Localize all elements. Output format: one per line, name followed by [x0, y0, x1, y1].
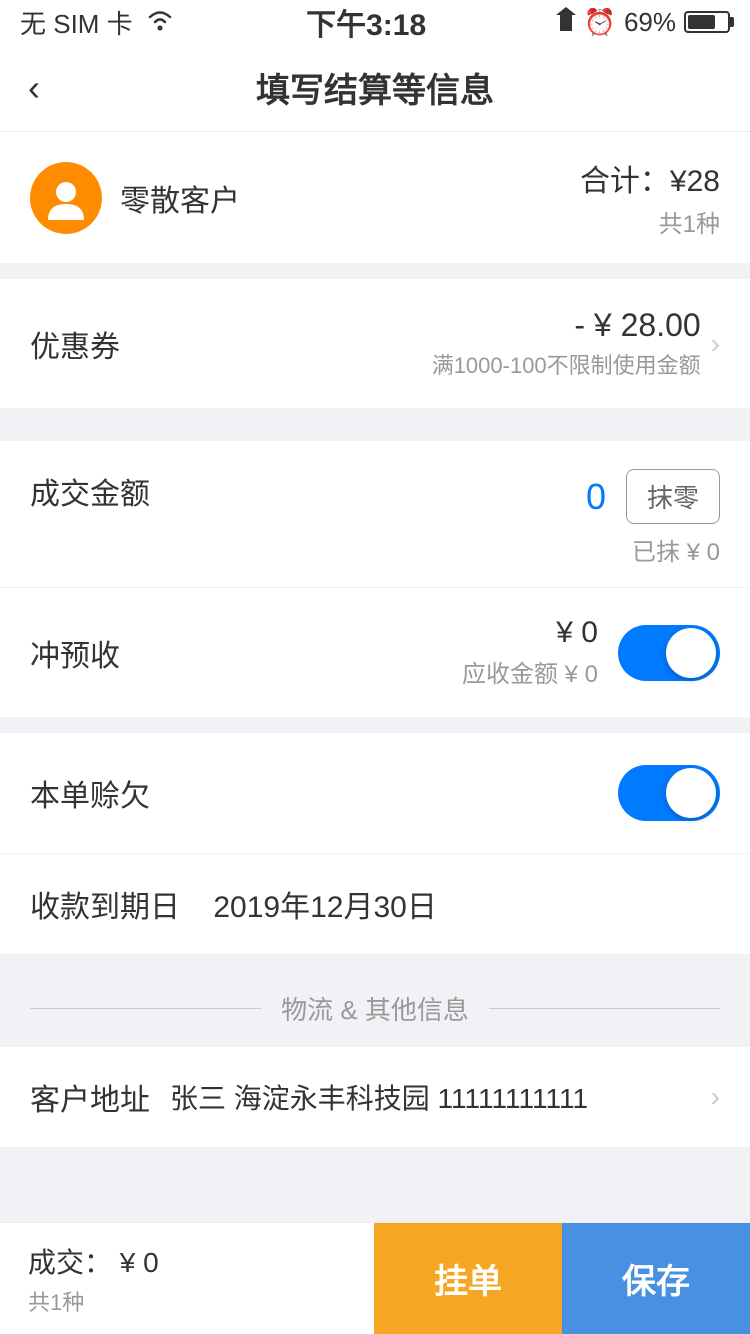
due-date-text: 收款到期日 2019年12月30日 [30, 891, 437, 924]
wifi-icon [143, 7, 177, 38]
battery-icon [684, 11, 730, 33]
due-date-label: 收款到期日 [30, 891, 180, 924]
customer-name: 零散客户 [120, 176, 240, 220]
bottom-deal-text: 成交： ¥ 0 [28, 1241, 346, 1281]
bottom-bar: 成交： ¥ 0 共1种 挂单 保存 [0, 1222, 750, 1334]
transaction-label: 成交金额 [30, 469, 150, 513]
transaction-amount: 0 [586, 476, 606, 518]
battery-percent: 69% [624, 7, 676, 38]
logistics-label: 物流 & 其他信息 [281, 990, 469, 1027]
sim-status: 无 SIM 卡 [20, 4, 133, 41]
logistics-section: 物流 & 其他信息 [0, 970, 750, 1047]
credit-toggle[interactable] [618, 765, 720, 821]
divider-line-right [489, 1008, 720, 1009]
back-button[interactable]: ‹ [28, 67, 40, 109]
bottom-count-text: 共1种 [28, 1285, 346, 1317]
credit-section: 本单赊欠 收款到期日 2019年12月30日 [0, 733, 750, 954]
pre-collect-amount: ¥ 0 [462, 616, 598, 650]
section-separator-1 [0, 425, 750, 441]
pre-collect-row: 冲预收 ¥ 0 应收金额 ¥ 0 [0, 587, 750, 717]
pre-collect-info: ¥ 0 应收金额 ¥ 0 [462, 616, 598, 689]
customer-section: 零散客户 合计：¥28 共1种 [0, 132, 750, 263]
nav-bar: ‹ 填写结算等信息 [0, 44, 750, 132]
round-zero-button[interactable]: 抹零 [626, 469, 720, 524]
address-label: 客户地址 [30, 1075, 150, 1119]
coupon-label: 优惠券 [30, 322, 120, 366]
coupon-row[interactable]: 优惠券 - ¥ 28.00 满1000-100不限制使用金额 › [0, 279, 750, 409]
logistics-divider: 物流 & 其他信息 [30, 990, 720, 1027]
credit-row: 本单赊欠 [0, 733, 750, 853]
transaction-row: 成交金额 0 抹零 [0, 441, 750, 532]
pre-collect-right: ¥ 0 应收金额 ¥ 0 [462, 616, 720, 689]
divider-line-left [30, 1008, 261, 1009]
coupon-section[interactable]: 优惠券 - ¥ 28.00 满1000-100不限制使用金额 › [0, 279, 750, 409]
due-date-row: 收款到期日 2019年12月30日 [0, 853, 750, 954]
address-chevron-icon: › [711, 1081, 720, 1113]
status-time: 下午3:18 [306, 0, 426, 44]
pre-collect-sub: 应收金额 ¥ 0 [462, 654, 598, 689]
status-bar: 无 SIM 卡 下午3:18 ⏰ 69% [0, 0, 750, 44]
address-value: 张三 海淀永丰科技园 11111111111 [170, 1077, 711, 1117]
credit-label: 本单赊欠 [30, 771, 150, 815]
credit-toggle-knob [666, 768, 716, 818]
due-date-value: 2019年12月30日 [213, 891, 436, 924]
coupon-desc: 满1000-100不限制使用金额 [432, 348, 701, 380]
coupon-right: - ¥ 28.00 满1000-100不限制使用金额 › [432, 307, 720, 380]
alarm-icon: ⏰ [584, 7, 616, 38]
save-button[interactable]: 保存 [562, 1223, 750, 1334]
chevron-right-icon: › [711, 328, 720, 360]
pre-collect-label: 冲预收 [30, 631, 120, 675]
status-left: 无 SIM 卡 [20, 4, 177, 41]
transaction-right: 0 抹零 [586, 469, 720, 524]
pre-collect-toggle[interactable] [618, 625, 720, 681]
customer-left: 零散客户 [30, 162, 240, 234]
hang-button[interactable]: 挂单 [374, 1223, 562, 1334]
bottom-summary: 成交： ¥ 0 共1种 [0, 1241, 374, 1317]
avatar [30, 162, 102, 234]
toggle-knob [666, 628, 716, 678]
content: 零散客户 合计：¥28 共1种 优惠券 - ¥ 28.00 满1000-100不… [0, 132, 750, 1283]
coupon-amount: - ¥ 28.00 满1000-100不限制使用金额 [432, 307, 701, 380]
section-separator-2 [0, 717, 750, 733]
page-title: 填写结算等信息 [256, 63, 494, 112]
status-right: ⏰ 69% [556, 7, 730, 38]
address-row[interactable]: 客户地址 张三 海淀永丰科技园 11111111111 › [0, 1047, 750, 1147]
already-rounded-text: 已抹 ¥ 0 [0, 532, 750, 587]
customer-count: 共1种 [580, 204, 720, 239]
customer-right: 合计：¥28 共1种 [580, 156, 720, 239]
transaction-section: 成交金额 0 抹零 已抹 ¥ 0 冲预收 ¥ 0 应收金额 ¥ 0 [0, 441, 750, 717]
customer-total: 合计：¥28 [580, 156, 720, 200]
coupon-value: - ¥ 28.00 [432, 307, 701, 344]
location-icon [556, 7, 576, 38]
